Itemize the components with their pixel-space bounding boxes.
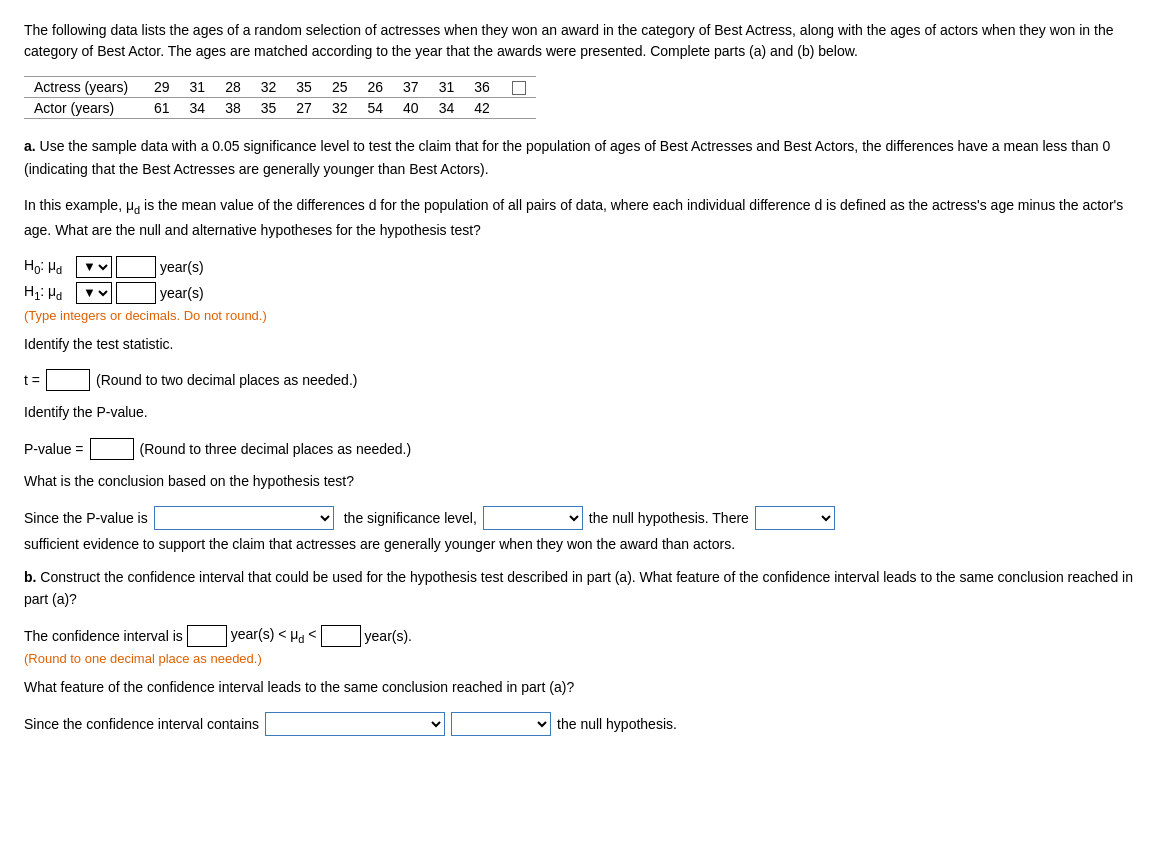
null-hyp-text: the null hypothesis. There bbox=[589, 510, 749, 526]
sig-level-text: the significance level, bbox=[344, 510, 477, 526]
conclusion-question: What is the conclusion based on the hypo… bbox=[24, 470, 1142, 492]
actress-val-6: 25 bbox=[322, 77, 358, 98]
ci-lower-input[interactable] bbox=[187, 625, 227, 647]
part-b-body: Construct the confidence interval that c… bbox=[24, 569, 1133, 607]
actor-val-6: 32 bbox=[322, 98, 358, 119]
actress-val-9: 31 bbox=[429, 77, 465, 98]
h1-label: H1: μd bbox=[24, 283, 72, 302]
actor-val-3: 38 bbox=[215, 98, 251, 119]
example-text-section: In this example, μd is the mean value of… bbox=[24, 194, 1142, 242]
table-row-actress: Actress (years) 29 31 28 32 35 25 26 37 … bbox=[24, 77, 536, 98]
part-b-section: b. Construct the confidence interval tha… bbox=[24, 566, 1142, 611]
since-ci-text: Since the confidence interval contains bbox=[24, 716, 259, 732]
table-row-actor: Actor (years) 61 34 38 35 27 32 54 40 34… bbox=[24, 98, 536, 119]
actress-val-5: 35 bbox=[286, 77, 322, 98]
actor-val-1: 61 bbox=[144, 98, 180, 119]
actor-val-9: 34 bbox=[429, 98, 465, 119]
conclusion-row: Since the P-value is less than greater t… bbox=[24, 506, 1142, 552]
actress-val-3: 28 bbox=[215, 77, 251, 98]
example-paragraph: In this example, μd is the mean value of… bbox=[24, 194, 1142, 242]
actress-val-7: 26 bbox=[357, 77, 393, 98]
h0-operator-select[interactable]: ▼ = < > ≤ ≥ ≠ bbox=[76, 256, 112, 278]
mu-d-sub: d bbox=[134, 204, 140, 216]
part-b-text: b. Construct the confidence interval tha… bbox=[24, 566, 1142, 611]
actress-val-10: 36 bbox=[464, 77, 500, 98]
p-value-row: P-value = (Round to three decimal places… bbox=[24, 438, 1142, 460]
p-value-input[interactable] bbox=[90, 438, 134, 460]
h0-years-label: year(s) bbox=[160, 259, 204, 275]
actor-label: Actor (years) bbox=[24, 98, 144, 119]
identify-p-label: Identify the P-value. bbox=[24, 401, 1142, 423]
actor-val-5: 27 bbox=[286, 98, 322, 119]
t-value-input[interactable] bbox=[46, 369, 90, 391]
ci-row: The confidence interval is year(s) < μd … bbox=[24, 625, 1142, 647]
part-a-body: Use the sample data with a 0.05 signific… bbox=[24, 138, 1110, 176]
h1-row: H1: μd ▼ = < > ≤ ≥ ≠ year(s) bbox=[24, 282, 1142, 304]
h1-operator-select[interactable]: ▼ = < > ≤ ≥ ≠ bbox=[76, 282, 112, 304]
reject-select[interactable]: is is not bbox=[755, 506, 835, 530]
part-a-label: a. bbox=[24, 138, 36, 154]
part-a-section: a. Use the sample data with a 0.05 signi… bbox=[24, 135, 1142, 180]
ci-mu-d-sub: d bbox=[298, 633, 304, 645]
part-b-label: b. bbox=[24, 569, 36, 585]
actor-val-10: 42 bbox=[464, 98, 500, 119]
sig-level-select[interactable]: 0.05 0.01 0.10 bbox=[483, 506, 583, 530]
ci-conclusion-row: Since the confidence interval contains o… bbox=[24, 712, 1142, 736]
t-label: t = bbox=[24, 372, 40, 388]
actor-val-4: 35 bbox=[251, 98, 287, 119]
h1-years-label: year(s) bbox=[160, 285, 204, 301]
ci-upper-input[interactable] bbox=[321, 625, 361, 647]
ci-mid-text: year(s) < μd < bbox=[231, 626, 317, 645]
p-hint: (Round to three decimal places as needed… bbox=[140, 441, 412, 457]
ci-the-null-text: the null hypothesis. bbox=[557, 716, 677, 732]
actress-label: Actress (years) bbox=[24, 77, 144, 98]
ci-text: The confidence interval is bbox=[24, 628, 183, 644]
since-pvalue-text: Since the P-value is bbox=[24, 510, 148, 526]
identify-stat-label: Identify the test statistic. bbox=[24, 333, 1142, 355]
h1-value-input[interactable] bbox=[116, 282, 156, 304]
ci-reject-select[interactable]: reject fail to reject bbox=[451, 712, 551, 736]
t-stat-row: t = (Round to two decimal places as need… bbox=[24, 369, 1142, 391]
test-stat-section: Identify the test statistic. bbox=[24, 333, 1142, 355]
actor-val-2: 34 bbox=[180, 98, 216, 119]
actor-val-7: 54 bbox=[357, 98, 393, 119]
p-value-section: Identify the P-value. bbox=[24, 401, 1142, 423]
table-icon[interactable] bbox=[500, 77, 536, 98]
ci-hint: (Round to one decimal place as needed.) bbox=[24, 651, 1142, 666]
ci-end-text: year(s). bbox=[365, 628, 412, 644]
actress-val-1: 29 bbox=[144, 77, 180, 98]
h0-row: H0: μd ▼ = < > ≤ ≥ ≠ year(s) bbox=[24, 256, 1142, 278]
ci-feature-select[interactable]: only negative values only positive value… bbox=[265, 712, 445, 736]
actor-val-8: 40 bbox=[393, 98, 429, 119]
t-hint: (Round to two decimal places as needed.) bbox=[96, 372, 357, 388]
pvalue-compare-select[interactable]: less than greater than equal to bbox=[154, 506, 334, 530]
hyp-hint: (Type integers or decimals. Do not round… bbox=[24, 308, 1142, 323]
p-label: P-value = bbox=[24, 441, 84, 457]
conclusion-question-section: What is the conclusion based on the hypo… bbox=[24, 470, 1142, 492]
suff-evidence-text: sufficient evidence to support the claim… bbox=[24, 536, 735, 552]
part-a-text: a. Use the sample data with a 0.05 signi… bbox=[24, 135, 1142, 180]
actress-val-4: 32 bbox=[251, 77, 287, 98]
data-table: Actress (years) 29 31 28 32 35 25 26 37 … bbox=[24, 76, 536, 119]
intro-paragraph: The following data lists the ages of a r… bbox=[24, 20, 1142, 62]
h0-label: H0: μd bbox=[24, 257, 72, 276]
feature-question: What feature of the confidence interval … bbox=[24, 676, 1142, 698]
actress-val-8: 37 bbox=[393, 77, 429, 98]
h0-value-input[interactable] bbox=[116, 256, 156, 278]
feature-question-section: What feature of the confidence interval … bbox=[24, 676, 1142, 698]
actress-val-2: 31 bbox=[180, 77, 216, 98]
